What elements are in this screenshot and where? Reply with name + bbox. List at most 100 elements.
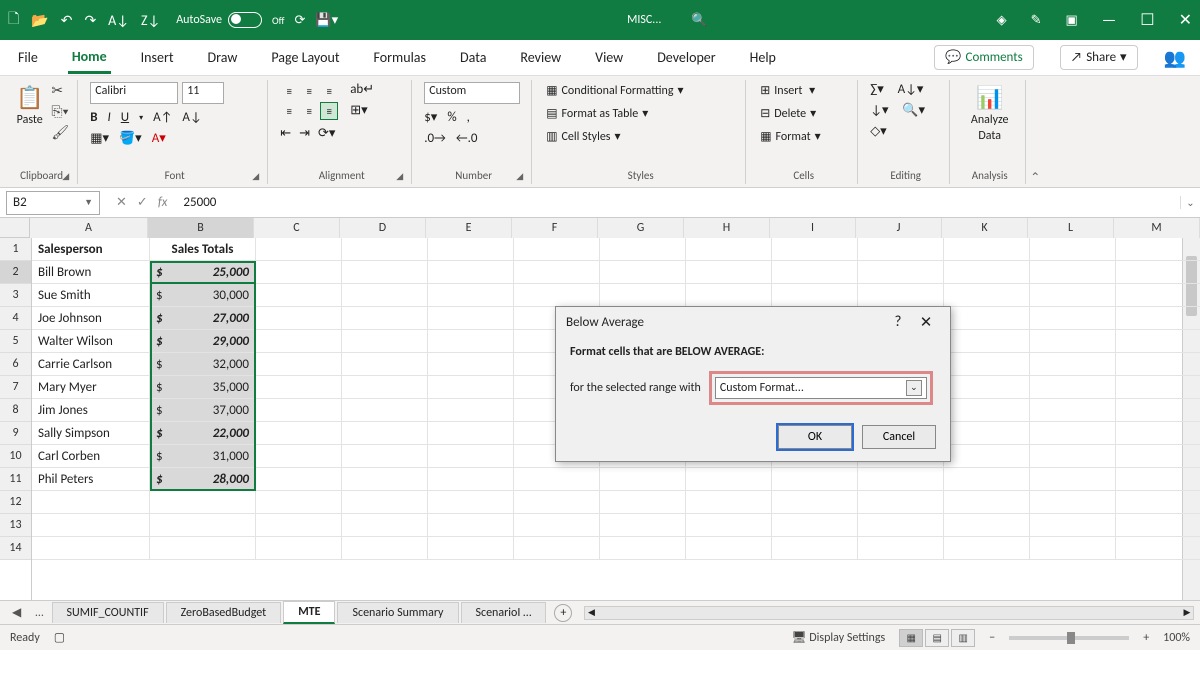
row-header[interactable]: 6 <box>0 353 31 376</box>
row-header[interactable]: 2 <box>0 261 31 284</box>
cell[interactable] <box>686 537 772 560</box>
tab-draw[interactable]: Draw <box>204 43 242 72</box>
cell[interactable] <box>1030 238 1116 261</box>
row-header[interactable]: 5 <box>0 330 31 353</box>
file-name[interactable]: MISC... <box>627 13 661 27</box>
cell[interactable]: $25,000 <box>150 261 256 284</box>
sheet-tab[interactable]: SUMIF_COUNTIF <box>52 602 164 623</box>
cell[interactable] <box>686 238 772 261</box>
cell[interactable] <box>342 376 428 399</box>
cell[interactable] <box>944 468 1030 491</box>
cell[interactable] <box>1116 284 1200 307</box>
cell[interactable]: $37,000 <box>150 399 256 422</box>
row-header[interactable]: 13 <box>0 514 31 537</box>
cell[interactable] <box>944 514 1030 537</box>
open-file-icon[interactable]: 📂 <box>31 12 48 29</box>
cell[interactable] <box>256 353 342 376</box>
maximize-icon[interactable]: ☐ <box>1140 10 1154 30</box>
formula-input[interactable]: 25000 <box>177 193 1180 212</box>
cell[interactable] <box>944 422 1030 445</box>
cell[interactable] <box>944 376 1030 399</box>
cell[interactable] <box>150 514 256 537</box>
cell[interactable] <box>772 537 858 560</box>
cell[interactable] <box>858 537 944 560</box>
collapse-ribbon-icon[interactable]: ⌃ <box>1030 170 1044 185</box>
cell[interactable] <box>428 445 514 468</box>
fill-color-icon[interactable]: 🪣▾ <box>119 131 142 146</box>
cell[interactable] <box>256 238 342 261</box>
row-header[interactable]: 10 <box>0 445 31 468</box>
column-header[interactable]: A <box>30 218 148 238</box>
name-box[interactable]: B2▼ <box>6 191 100 215</box>
cell[interactable] <box>944 399 1030 422</box>
cell[interactable] <box>428 399 514 422</box>
cell[interactable]: Jim Jones <box>32 399 150 422</box>
close-icon[interactable]: ✕ <box>1179 10 1192 30</box>
cell[interactable] <box>428 514 514 537</box>
cell[interactable]: $30,000 <box>150 284 256 307</box>
horizontal-scrollbar[interactable]: ◀▶ <box>584 606 1194 620</box>
cell[interactable] <box>342 537 428 560</box>
cell[interactable] <box>944 445 1030 468</box>
font-name-select[interactable]: Calibri <box>90 82 178 104</box>
paste-button[interactable]: 📋Paste <box>14 82 45 129</box>
cell[interactable] <box>256 307 342 330</box>
cell[interactable] <box>1030 422 1116 445</box>
cell[interactable] <box>944 537 1030 560</box>
launcher-icon[interactable]: ◢ <box>252 171 259 182</box>
cancel-formula-icon[interactable]: ✕ <box>116 195 127 210</box>
cell[interactable] <box>150 491 256 514</box>
analyze-data-button[interactable]: 📊 Analyze Data <box>962 82 1017 145</box>
page-layout-view-icon[interactable]: ▤ <box>925 629 949 647</box>
cell[interactable] <box>428 307 514 330</box>
cell[interactable] <box>944 261 1030 284</box>
border-icon[interactable]: ▦▾ <box>90 131 109 146</box>
increase-indent-icon[interactable]: ⇥ <box>299 126 310 141</box>
cell[interactable] <box>342 422 428 445</box>
collab-icon[interactable]: 👥 <box>1164 47 1186 69</box>
column-header[interactable]: E <box>426 218 512 238</box>
row-header[interactable]: 9 <box>0 422 31 445</box>
expand-formula-icon[interactable]: ⌄ <box>1180 196 1200 209</box>
search-icon[interactable]: 🔍 <box>691 13 707 28</box>
decrease-decimal-icon[interactable]: ←.0 <box>456 131 478 146</box>
align-mid-center[interactable]: ≡ <box>300 102 318 120</box>
cell[interactable]: $31,000 <box>150 445 256 468</box>
comments-button[interactable]: 💬 Comments <box>934 45 1033 70</box>
cell[interactable] <box>428 330 514 353</box>
cell[interactable] <box>600 468 686 491</box>
cell[interactable]: $22,000 <box>150 422 256 445</box>
increase-decimal-icon[interactable]: .0→ <box>424 131 446 146</box>
cell[interactable] <box>1030 353 1116 376</box>
cell[interactable]: Salesperson <box>32 238 150 261</box>
zoom-slider[interactable] <box>1009 636 1129 640</box>
cell[interactable] <box>150 537 256 560</box>
row-header[interactable]: 1 <box>0 238 31 261</box>
cell[interactable] <box>1030 399 1116 422</box>
column-header[interactable]: M <box>1114 218 1200 238</box>
cell[interactable] <box>428 422 514 445</box>
row-header[interactable]: 7 <box>0 376 31 399</box>
cell[interactable] <box>858 284 944 307</box>
sheet-nav-prev-icon[interactable]: ◀ <box>6 605 27 620</box>
insert-cells-button[interactable]: ⊞ Insert ▾ <box>758 82 849 99</box>
cell[interactable] <box>256 445 342 468</box>
cell[interactable] <box>858 491 944 514</box>
cell[interactable]: Walter Wilson <box>32 330 150 353</box>
underline-icon[interactable]: U <box>121 110 129 125</box>
delete-cells-button[interactable]: ⊟ Delete ▾ <box>758 105 849 122</box>
cell[interactable] <box>256 514 342 537</box>
align-top-left[interactable]: ≡ <box>280 82 298 100</box>
column-header[interactable]: D <box>340 218 426 238</box>
currency-icon[interactable]: $▾ <box>424 110 437 125</box>
cell[interactable] <box>1116 514 1200 537</box>
cell[interactable] <box>1030 445 1116 468</box>
cell[interactable] <box>256 376 342 399</box>
cell[interactable]: Bill Brown <box>32 261 150 284</box>
bold-icon[interactable]: B <box>90 110 97 125</box>
cell[interactable] <box>428 238 514 261</box>
cell[interactable] <box>1030 537 1116 560</box>
dialog-titlebar[interactable]: Below Average ? ✕ <box>556 307 950 337</box>
zoom-out-icon[interactable]: − <box>989 631 995 645</box>
wrap-text-icon[interactable]: ab↵ <box>350 82 374 97</box>
